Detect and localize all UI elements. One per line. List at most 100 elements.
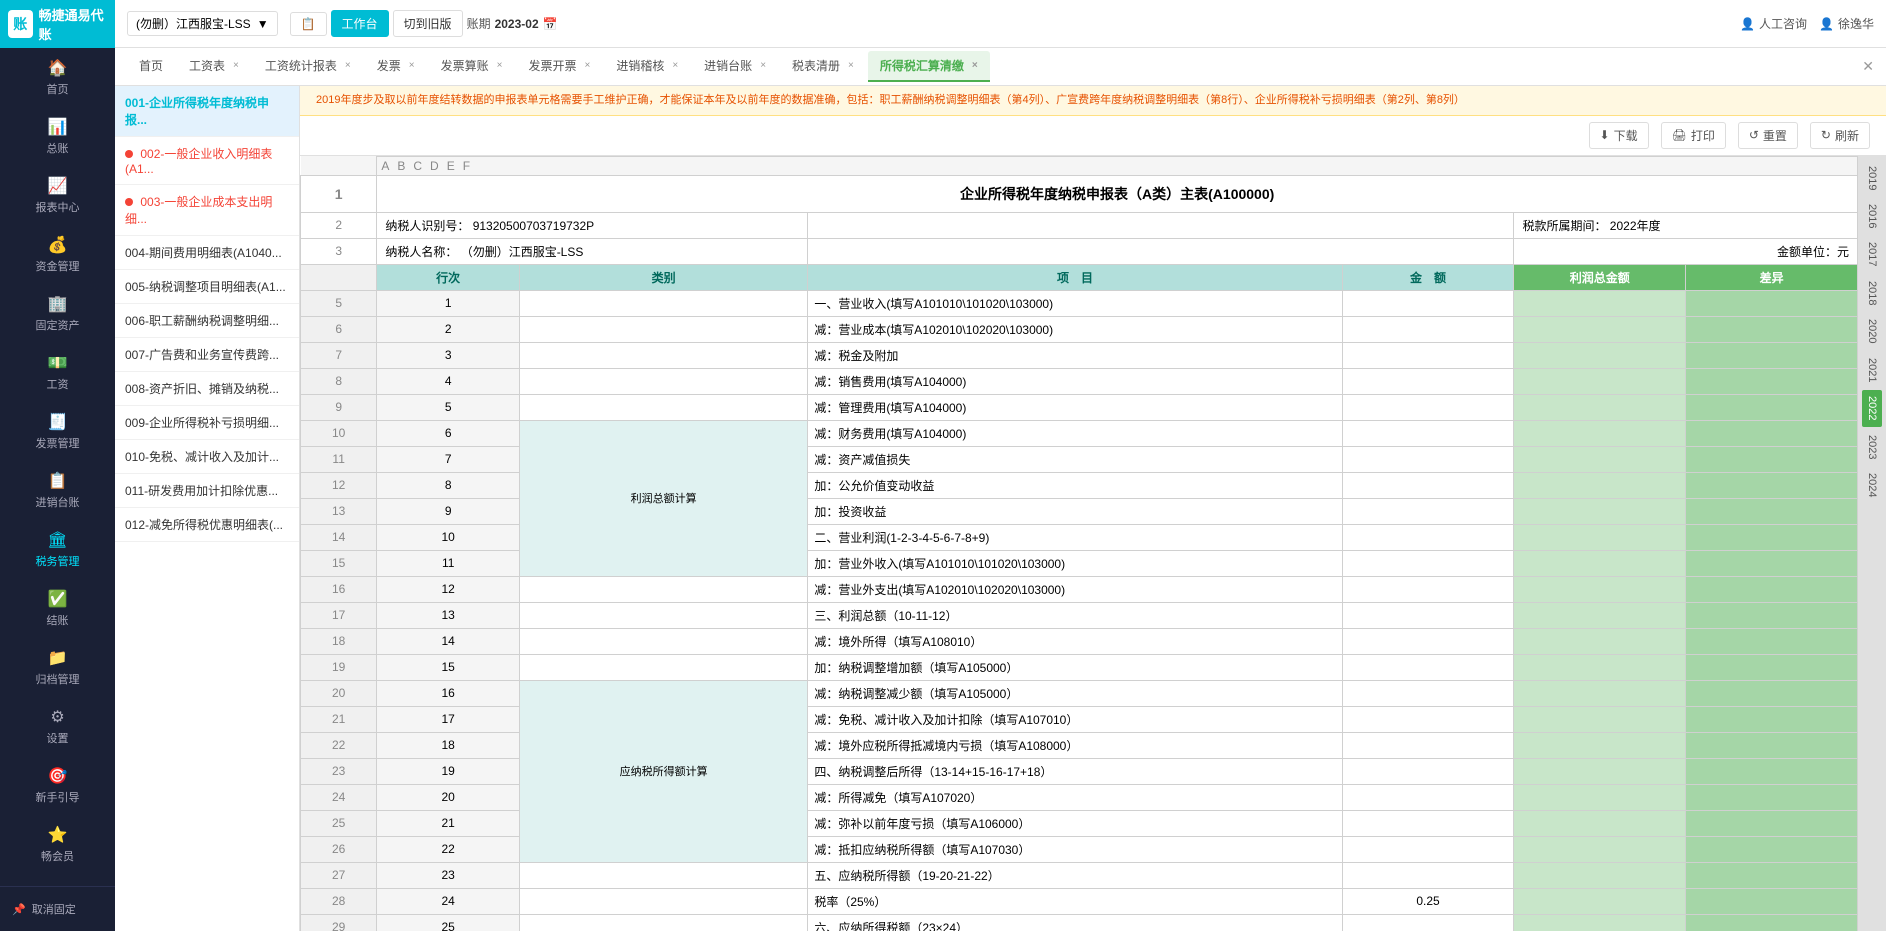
switch-button[interactable]: 切到旧版 (393, 10, 463, 37)
tab-invoice[interactable]: 发票 × (365, 51, 427, 82)
year-2018[interactable]: 2018 (1862, 275, 1882, 311)
sidebar-item-label: 新手引导 (36, 789, 80, 805)
reset-button[interactable]: ↺ 重置 (1738, 122, 1798, 149)
row-num-2: 2 (301, 212, 377, 238)
tax-icon: 🏛 (47, 530, 67, 550)
refresh-icon: ↻ (1821, 128, 1831, 142)
invoices-icon: 🧾 (48, 412, 68, 432)
user-account[interactable]: 👤 徐逸华 (1819, 15, 1874, 32)
print-button[interactable]: 🖨 打印 (1661, 122, 1726, 149)
sidebar-item-tax[interactable]: 🏛 税务管理 (0, 520, 115, 579)
year-2019[interactable]: 2019 (1862, 160, 1882, 196)
year-2022[interactable]: 2022 (1862, 390, 1882, 426)
left-panel-item-008[interactable]: 008-资产折旧、摊销及纳税... (115, 372, 299, 406)
sidebar-item-settings[interactable]: ⚙ 设置 (0, 697, 115, 756)
print-label: 打印 (1691, 127, 1715, 144)
download-button[interactable]: ⬇ 下载 (1589, 122, 1649, 149)
left-panel-item-004[interactable]: 004-期间费用明细表(A1040... (115, 236, 299, 270)
close-all-icon[interactable]: ✕ (1862, 58, 1874, 75)
left-panel: 001-企业所得税年度纳税申报... 002-一般企业收入明细表(A1... 0… (115, 86, 300, 931)
year-2023[interactable]: 2023 (1862, 429, 1882, 465)
taxpayer-id-value: 91320500703719732P (473, 219, 594, 233)
left-panel-item-010[interactable]: 010-免税、减计收入及加计... (115, 440, 299, 474)
workbench-button[interactable]: 工作台 (331, 10, 389, 37)
main-area: (勿删）江西服宝-LSS ▼ 📋 工作台 切到旧版 账期 2023-02 📅 👤… (115, 0, 1886, 931)
download-icon: ⬇ (1600, 128, 1610, 142)
sidebar-item-label: 工资 (47, 376, 69, 392)
app-name: 畅捷通易代账 (39, 5, 107, 43)
workbench-label: 工作台 (342, 15, 378, 32)
left-panel-item-011[interactable]: 011-研发费用加计扣除优惠... (115, 474, 299, 508)
tab-bar: 首页 工资表 × 工资统计报表 × 发票 × 发票算账 × 发票开票 × 进销稽… (115, 48, 1886, 86)
left-panel-item-009[interactable]: 009-企业所得税补亏损明细... (115, 406, 299, 440)
reset-icon: ↺ (1749, 128, 1759, 142)
sidebar-item-home[interactable]: 🏠 首页 (0, 48, 115, 107)
tab-purchase-check[interactable]: 进销稽核 × (604, 51, 690, 82)
spreadsheet-area[interactable]: A B C D E F (300, 156, 1858, 931)
tab-payroll-stats-close[interactable]: × (345, 60, 351, 71)
col-amount-header: 金 额 (1342, 264, 1514, 290)
tab-invoice-calc-close[interactable]: × (497, 60, 503, 71)
header-row: 行次 类别 项 目 金 额 (301, 264, 1858, 290)
sidebar-item-close[interactable]: ✅ 结账 (0, 579, 115, 638)
sidebar-item-payroll[interactable]: 💵 工资 (0, 343, 115, 402)
year-2016[interactable]: 2016 (1862, 198, 1882, 234)
sidebar-item-funds[interactable]: 💰 资金管理 (0, 225, 115, 284)
left-panel-item-002[interactable]: 002-一般企业收入明细表(A1... (115, 137, 299, 185)
year-2020[interactable]: 2020 (1862, 313, 1882, 349)
guide-icon: 🎯 (48, 766, 68, 786)
left-panel-item-001[interactable]: 001-企业所得税年度纳税申报... (115, 86, 299, 137)
tab-purchase-ledger-close[interactable]: × (760, 60, 766, 71)
tab-invoice-open[interactable]: 发票开票 × (516, 51, 602, 82)
sidebar-item-guide[interactable]: 🎯 新手引导 (0, 756, 115, 815)
col-label-b: B (397, 159, 405, 173)
unpin-button[interactable]: 📌 取消固定 (8, 895, 107, 923)
tab-payroll-stats-label: 工资统计报表 (265, 57, 337, 74)
table-row: 18 14 减：境外所得（填写A108010） (301, 628, 1858, 654)
tab-tax-list[interactable]: 税表清册 × (780, 51, 866, 82)
tab-invoice-close[interactable]: × (409, 60, 415, 71)
user-service[interactable]: 👤 人工咨询 (1740, 15, 1807, 32)
spreadsheet-table: A B C D E F (300, 156, 1858, 931)
copy-button[interactable]: 📋 (290, 12, 327, 36)
tab-purchase-check-close[interactable]: × (672, 60, 678, 71)
col-leibie-header: 类别 (520, 264, 808, 290)
left-panel-item-012[interactable]: 012-减免所得税优惠明细表(... (115, 508, 299, 542)
tab-tax-list-close[interactable]: × (848, 60, 854, 71)
sidebar-item-reports[interactable]: 📈 报表中心 (0, 166, 115, 225)
tab-home[interactable]: 首页 (127, 51, 175, 82)
tab-payroll-close[interactable]: × (233, 60, 239, 71)
taxpayer-name-value: （勿删）江西服宝-LSS (461, 245, 584, 259)
year-2024[interactable]: 2024 (1862, 467, 1882, 503)
left-panel-item-005[interactable]: 005-纳税调整项目明细表(A1... (115, 270, 299, 304)
assets-icon: 🏢 (48, 294, 68, 314)
sidebar-item-archive[interactable]: 📁 归档管理 (0, 638, 115, 697)
year-2021[interactable]: 2021 (1862, 352, 1882, 388)
tab-payroll-stats[interactable]: 工资统计报表 × (253, 51, 363, 82)
tab-purchase-ledger[interactable]: 进销台账 × (692, 51, 778, 82)
top-right-area: 👤 人工咨询 👤 徐逸华 (1740, 15, 1874, 32)
company-selector[interactable]: (勿删）江西服宝-LSS ▼ (127, 11, 278, 36)
tab-invoice-calc[interactable]: 发票算账 × (429, 51, 515, 82)
year-2017[interactable]: 2017 (1862, 236, 1882, 272)
tab-invoice-open-close[interactable]: × (584, 60, 590, 71)
account-period-value: 2023-02 (495, 17, 539, 31)
sidebar-item-member[interactable]: ⭐ 畅会员 (0, 815, 115, 874)
tab-tax-settlement-close[interactable]: × (972, 60, 978, 71)
sidebar-item-ledger[interactable]: 📊 总账 (0, 107, 115, 166)
table-row: 16 12 减：营业外支出(填写A102010\102020\103000) (301, 576, 1858, 602)
refresh-button[interactable]: ↻ 刷新 (1810, 122, 1870, 149)
left-panel-item-007[interactable]: 007-广告费和业务宣传费跨... (115, 338, 299, 372)
left-panel-item-006[interactable]: 006-职工薪酬纳税调整明细... (115, 304, 299, 338)
sidebar-item-assets[interactable]: 🏢 固定资产 (0, 284, 115, 343)
sidebar-item-purchase[interactable]: 📋 进销台账 (0, 461, 115, 520)
tab-tax-settlement[interactable]: 所得税汇算清缴 × (868, 51, 990, 82)
sidebar-item-label: 设置 (47, 730, 69, 746)
user-name: 徐逸华 (1838, 15, 1874, 32)
sidebar-item-invoices[interactable]: 🧾 发票管理 (0, 402, 115, 461)
tab-payroll[interactable]: 工资表 × (177, 51, 251, 82)
left-panel-item-003[interactable]: 003-一般企业成本支出明细... (115, 185, 299, 236)
col-label-f: F (463, 159, 470, 173)
table-row: 6 2 减：营业成本(填写A102010\102020\103000) (301, 316, 1858, 342)
tax-period-value: 2022年度 (1610, 219, 1661, 233)
